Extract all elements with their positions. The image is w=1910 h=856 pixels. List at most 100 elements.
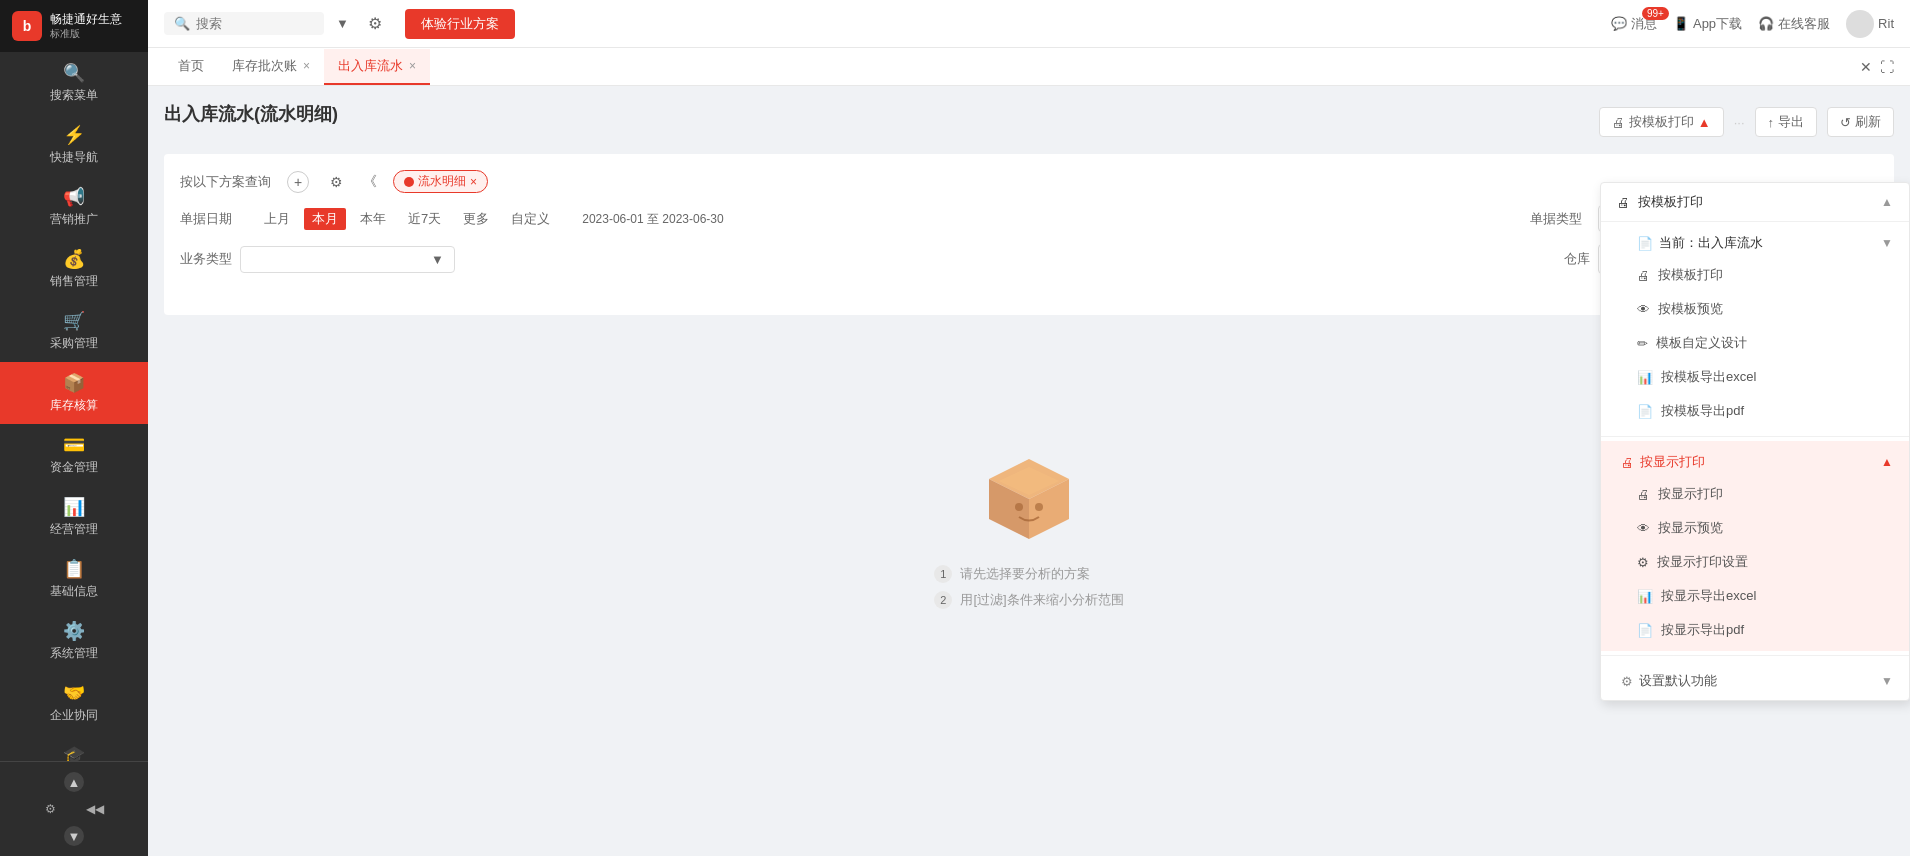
sidebar-item-purchase[interactable]: 🛒 采购管理: [0, 300, 148, 362]
close-window-icon[interactable]: ✕: [1860, 59, 1872, 75]
display-print-settings-label: 按显示打印设置: [1657, 553, 1748, 571]
dropdown-chevron-icon[interactable]: ▲: [1881, 195, 1893, 209]
printer-icon: 🖨: [1617, 195, 1630, 210]
display-section: 🖨 按显示打印 ▲ 🖨 按显示打印 👁 按显示预览 ⚙ 按显示打印设置: [1601, 441, 1909, 651]
display-chevron-icon[interactable]: ▲: [1881, 455, 1893, 469]
online-service-btn[interactable]: 🎧 在线客服: [1758, 15, 1830, 33]
sidebar-item-basic[interactable]: 📋 基础信息: [0, 548, 148, 610]
maximize-window-icon[interactable]: ⛶: [1880, 59, 1894, 75]
display-print-settings-item[interactable]: ⚙ 按显示打印设置: [1601, 545, 1909, 579]
sidebar-item-sales[interactable]: 💰 销售管理: [0, 238, 148, 300]
app-download-label: App下载: [1693, 15, 1742, 33]
page-content-area: 出入库流水(流水明细) 🖨 按模板打印 ▲ ··· ↑ 导出 ↺ 刷新: [148, 86, 1910, 856]
display-settings-icon: ⚙: [1637, 555, 1649, 570]
search-input[interactable]: [196, 16, 296, 31]
template-export-pdf-item[interactable]: 📄 按模板导出pdf: [1601, 394, 1909, 428]
template-custom-item[interactable]: ✏ 模板自定义设计: [1601, 326, 1909, 360]
display-section-label: 按显示打印: [1640, 453, 1705, 471]
inventory-icon: 📦: [63, 372, 85, 394]
tab-home-label: 首页: [178, 57, 204, 75]
tab-batch[interactable]: 库存批次账 ×: [218, 49, 324, 85]
message-btn[interactable]: 💬 消息 99+: [1611, 15, 1657, 33]
sidebar-item-finance[interactable]: 💳 资金管理: [0, 424, 148, 486]
template-preview-label: 按模板预览: [1658, 300, 1723, 318]
sidebar-item-enterprise[interactable]: 🤝 企业协同: [0, 672, 148, 734]
export-label: 导出: [1778, 113, 1804, 131]
date-opt-more[interactable]: 更多: [455, 208, 497, 230]
sales-icon: 💰: [63, 248, 85, 270]
date-opt-this-year[interactable]: 本年: [352, 208, 394, 230]
filter-collapse-icon[interactable]: 《: [363, 173, 377, 191]
topbar-dropdown-arrow[interactable]: ▼: [336, 16, 349, 31]
sidebar-item-label: 营销推广: [50, 211, 98, 228]
display-preview-item[interactable]: 👁 按显示预览: [1601, 511, 1909, 545]
export-btn[interactable]: ↑ 导出: [1755, 107, 1818, 137]
current-template-row: 📄 当前：出入库流水 ▼: [1601, 226, 1909, 258]
current-template-icon: 📄: [1637, 236, 1653, 251]
sidebar-collapse-btn[interactable]: ◀◀: [81, 797, 109, 821]
sidebar-item-marketing[interactable]: 📢 营销推广: [0, 176, 148, 238]
template-export-pdf-label: 按模板导出pdf: [1661, 402, 1744, 420]
tab-flow-close[interactable]: ×: [409, 59, 416, 73]
current-template-label: 当前：出入库流水: [1659, 234, 1763, 252]
default-func-chevron-icon[interactable]: ▼: [1881, 674, 1893, 688]
industry-btn[interactable]: 体验行业方案: [405, 9, 515, 39]
topbar-gear-icon[interactable]: ⚙: [361, 10, 389, 38]
print-template-btn[interactable]: 🖨 按模板打印 ▲: [1599, 107, 1724, 137]
current-chevron-icon[interactable]: ▼: [1881, 236, 1893, 250]
empty-svg: [969, 429, 1089, 549]
tab-batch-close[interactable]: ×: [303, 59, 310, 73]
warehouse-label: 仓库: [1564, 250, 1590, 268]
tabs-bar: 首页 库存批次账 × 出入库流水 × ✕ ⛶: [148, 48, 1910, 86]
date-opt-last-month[interactable]: 上月: [256, 208, 298, 230]
date-opt-current-month[interactable]: 本月: [304, 208, 346, 230]
svg-point-4: [1015, 503, 1023, 511]
filter-tag[interactable]: 流水明细 ×: [393, 170, 488, 193]
template-preview-item[interactable]: 👁 按模板预览: [1601, 292, 1909, 326]
template-export-excel-item[interactable]: 📊 按模板导出excel: [1601, 360, 1909, 394]
more-options-icon[interactable]: ···: [1734, 115, 1745, 130]
date-opt-custom[interactable]: 自定义: [503, 208, 558, 230]
display-export-excel-item[interactable]: 📊 按显示导出excel: [1601, 579, 1909, 613]
refresh-btn[interactable]: ↺ 刷新: [1827, 107, 1894, 137]
display-print-item[interactable]: 🖨 按显示打印: [1601, 477, 1909, 511]
filter-add-btn[interactable]: +: [287, 171, 309, 193]
default-func-row[interactable]: ⚙ 设置默认功能 ▼: [1601, 664, 1909, 696]
default-func-section: ⚙ 设置默认功能 ▼: [1601, 660, 1909, 700]
sidebar-item-system[interactable]: ⚙️ 系统管理: [0, 610, 148, 672]
user-avatar-btn[interactable]: Rit: [1846, 10, 1894, 38]
sidebar-item-operation[interactable]: 📊 经营管理: [0, 486, 148, 548]
bill-type-label: 单据类型: [1530, 210, 1582, 228]
sidebar-item-guide[interactable]: 🎓 新手引导: [0, 734, 148, 761]
sidebar-settings-btn[interactable]: ⚙: [40, 797, 61, 821]
sidebar-scroll-down-btn[interactable]: ▼: [64, 826, 84, 846]
message-icon: 💬: [1611, 16, 1627, 31]
tag-close-icon[interactable]: ×: [470, 175, 477, 189]
date-options: 上月 本月 本年 近7天 更多 自定义: [256, 208, 558, 230]
display-excel-icon: 📊: [1637, 589, 1653, 604]
topbar-search-box[interactable]: 🔍: [164, 12, 324, 35]
filter-settings-icon[interactable]: ⚙: [325, 171, 347, 193]
biz-type-dropdown-icon: ▼: [431, 252, 444, 267]
tab-flow[interactable]: 出入库流水 ×: [324, 49, 430, 85]
tab-home[interactable]: 首页: [164, 49, 218, 85]
display-print-icon: 🖨: [1637, 487, 1650, 502]
sidebar-scroll-up-btn[interactable]: ▲: [64, 772, 84, 792]
app-name: 畅捷通好生意: [50, 11, 122, 28]
sidebar-item-label: 资金管理: [50, 459, 98, 476]
gear-icon: ⚙: [45, 802, 56, 816]
page-title: 出入库流水(流水明细): [164, 102, 338, 126]
display-export-pdf-item[interactable]: 📄 按显示导出pdf: [1601, 613, 1909, 647]
biz-type-select[interactable]: ▼: [240, 246, 455, 273]
sidebar-item-shortcut[interactable]: ⚡ 快捷导航: [0, 114, 148, 176]
sidebar-item-search[interactable]: 🔍 搜索菜单: [0, 52, 148, 114]
date-opt-last7[interactable]: 近7天: [400, 208, 449, 230]
export-icon: ↑: [1768, 115, 1775, 130]
app-download-btn[interactable]: 📱 App下载: [1673, 15, 1742, 33]
sidebar-item-inventory[interactable]: 📦 库存核算: [0, 362, 148, 424]
template-print-item[interactable]: 🖨 按模板打印: [1601, 258, 1909, 292]
headset-icon: 🎧: [1758, 16, 1774, 31]
sidebar-item-label: 采购管理: [50, 335, 98, 352]
step-1-number: 1: [934, 565, 952, 583]
sidebar-item-label: 快捷导航: [50, 149, 98, 166]
